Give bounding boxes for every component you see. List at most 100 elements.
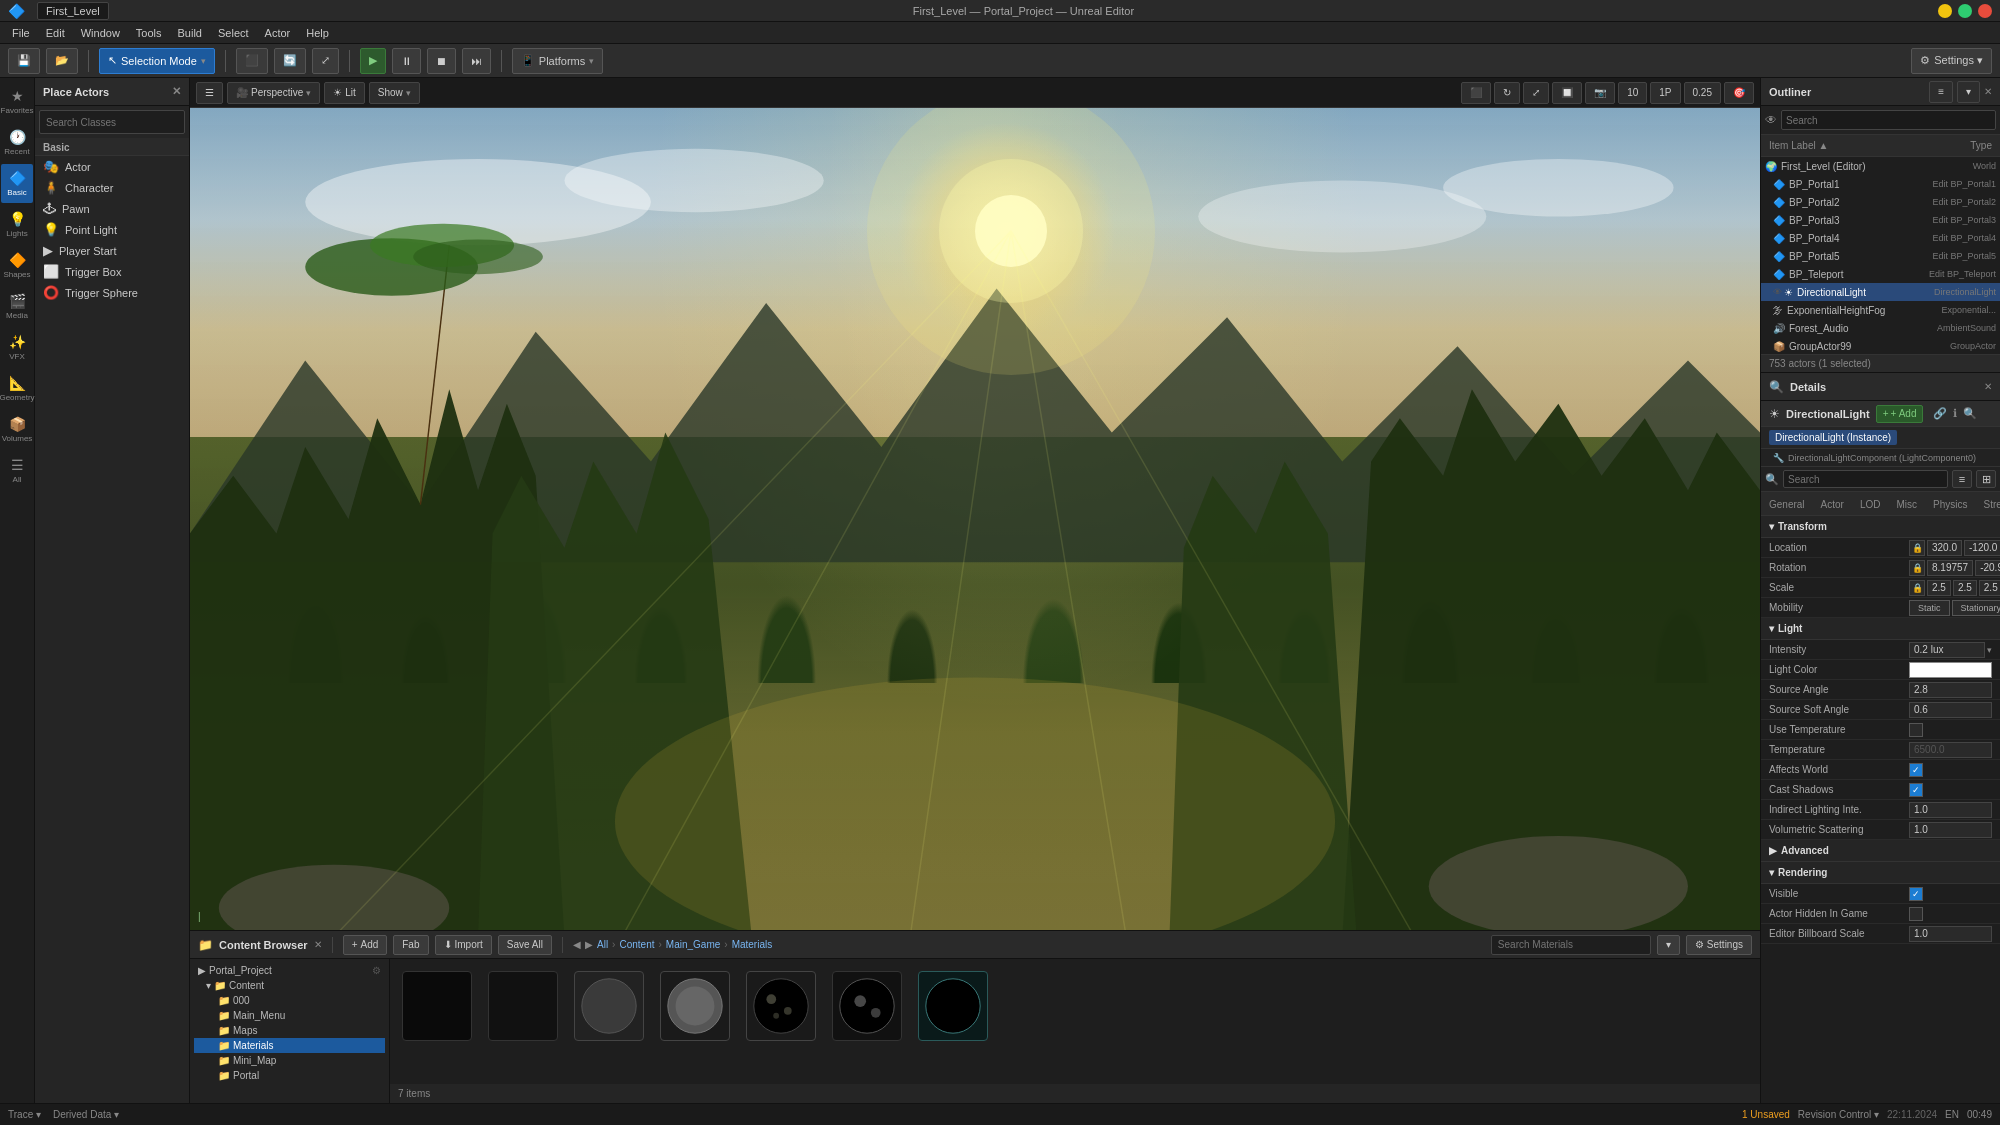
- menu-tools[interactable]: Tools: [130, 25, 168, 41]
- tab-label[interactable]: First_Level: [37, 2, 109, 20]
- nav-fwd-btn[interactable]: ▶: [585, 939, 593, 950]
- rendering-section-header[interactable]: ▾ Rendering: [1761, 862, 2000, 884]
- rotate-btn[interactable]: 🔄: [274, 48, 306, 74]
- outliner-view-btn[interactable]: ≡: [1929, 81, 1953, 103]
- tree-item-000[interactable]: 📁 000: [194, 993, 385, 1008]
- details-link-icon[interactable]: 🔗: [1933, 407, 1947, 420]
- asset-item-6[interactable]: [914, 967, 992, 1048]
- eject-btn[interactable]: ⏭: [462, 48, 491, 74]
- outliner-search-input[interactable]: [1781, 110, 1996, 130]
- vp-cam-speed-icon[interactable]: 🎯: [1724, 82, 1754, 104]
- actor-item-trigger-box[interactable]: ⬜ Trigger Box: [35, 261, 189, 282]
- location-y-field[interactable]: -120.0: [1964, 540, 2000, 556]
- details-search-input[interactable]: [1783, 470, 1948, 488]
- outliner-row-bp-portal2[interactable]: 🔷 BP_Portal2 Edit BP_Portal2: [1761, 193, 2000, 211]
- menu-build[interactable]: Build: [172, 25, 208, 41]
- cb-path-materials[interactable]: Materials: [732, 939, 773, 950]
- asset-item-3[interactable]: [656, 967, 734, 1048]
- eye-icon[interactable]: 👁: [1765, 113, 1777, 127]
- outliner-row-world[interactable]: 🌍 First_Level (Editor) World: [1761, 157, 2000, 175]
- visible-checkbox[interactable]: [1909, 887, 1923, 901]
- outliner-filter-btn[interactable]: ▾: [1957, 81, 1980, 103]
- icon-col-favorites[interactable]: ★ Favorites: [1, 82, 33, 121]
- vp-snap-icon[interactable]: 🔲: [1552, 82, 1582, 104]
- actor-item-trigger-sphere[interactable]: ⭕ Trigger Sphere: [35, 282, 189, 303]
- icon-col-lights[interactable]: 💡 Lights: [1, 205, 33, 244]
- location-x-field[interactable]: 320.0: [1927, 540, 1962, 556]
- component-selected-label[interactable]: DirectionalLight (Instance): [1769, 430, 1897, 445]
- unsaved-indicator[interactable]: 1 Unsaved: [1742, 1109, 1790, 1120]
- asset-item-4[interactable]: [742, 967, 820, 1048]
- vp-translate-icon[interactable]: ⬛: [1461, 82, 1491, 104]
- import-btn[interactable]: ⬇ Import: [435, 935, 492, 955]
- intensity-expand-icon[interactable]: ▾: [1987, 645, 1992, 655]
- menu-file[interactable]: File: [6, 25, 36, 41]
- asset-item-5[interactable]: [828, 967, 906, 1048]
- details-search-icon[interactable]: 🔍: [1963, 407, 1977, 420]
- outliner-row-directional-light[interactable]: 👁 ☀ DirectionalLight DirectionalLight: [1761, 283, 2000, 301]
- cb-path-main-game[interactable]: Main_Game: [666, 939, 720, 950]
- icon-col-all[interactable]: ☰ All: [1, 451, 33, 490]
- platforms-btn[interactable]: 📱 Platforms ▾: [512, 48, 603, 74]
- scale-lock-icon[interactable]: 🔒: [1909, 580, 1925, 596]
- pause-btn[interactable]: ⏸: [392, 48, 421, 74]
- vp-camera-icon[interactable]: 📷: [1585, 82, 1615, 104]
- col-label-header[interactable]: Item Label ▲: [1765, 140, 1896, 151]
- tree-item-portal-project[interactable]: ▶ Portal_Project ⚙: [194, 963, 385, 978]
- rotation-y-field[interactable]: -20.999: [1975, 560, 2000, 576]
- add-content-btn[interactable]: + Add: [343, 935, 388, 955]
- outliner-row-exp-height-fog[interactable]: 🌫 ExponentialHeightFog Exponential...: [1761, 301, 2000, 319]
- actor-item-point-light[interactable]: 💡 Point Light: [35, 219, 189, 240]
- scale-z-field[interactable]: 2.5: [1979, 580, 2000, 596]
- details-list-btn[interactable]: ⊞: [1976, 470, 1996, 488]
- temperature-field[interactable]: 6500.0: [1909, 742, 1992, 758]
- outliner-row-bp-teleport[interactable]: 🔷 BP_Teleport Edit BP_Teleport: [1761, 265, 2000, 283]
- content-browser-close-icon[interactable]: ✕: [314, 939, 322, 950]
- indirect-lighting-field[interactable]: 1.0: [1909, 802, 1992, 818]
- settings-btn[interactable]: ⚙ Settings ▾: [1911, 48, 1992, 74]
- menu-window[interactable]: Window: [75, 25, 126, 41]
- derived-data-btn[interactable]: Derived Data ▾: [53, 1109, 119, 1120]
- tree-item-content[interactable]: ▾ 📁 Content: [194, 978, 385, 993]
- fab-btn[interactable]: Fab: [393, 935, 428, 955]
- outliner-row-forest-audio[interactable]: 🔊 Forest_Audio AmbientSound: [1761, 319, 2000, 337]
- icon-col-basic[interactable]: 🔷 Basic: [1, 164, 33, 203]
- mobility-static-btn[interactable]: Static: [1909, 600, 1950, 616]
- location-lock-icon[interactable]: 🔒: [1909, 540, 1925, 556]
- details-view-btn[interactable]: ≡: [1952, 470, 1972, 488]
- save-all-btn[interactable]: Save All: [498, 935, 552, 955]
- actor-item-player-start[interactable]: ▶ Player Start: [35, 240, 189, 261]
- toolbar-open[interactable]: 📂: [46, 48, 78, 74]
- trace-btn[interactable]: Trace ▾: [8, 1109, 41, 1120]
- vp-rotate-icon[interactable]: ↻: [1494, 82, 1520, 104]
- transform-section-header[interactable]: ▾ Transform: [1761, 516, 2000, 538]
- tab-physics[interactable]: Physics: [1925, 495, 1975, 515]
- tab-lod[interactable]: LOD: [1852, 495, 1889, 515]
- advanced-section-header[interactable]: ▶ Advanced: [1761, 840, 2000, 862]
- details-close-icon[interactable]: ✕: [1984, 381, 1992, 392]
- menu-select[interactable]: Select: [212, 25, 255, 41]
- icon-col-volumes[interactable]: 📦 Volumes: [1, 410, 33, 449]
- tab-general[interactable]: General: [1761, 495, 1813, 515]
- col-type-header[interactable]: Type: [1896, 140, 1996, 151]
- volumetric-field[interactable]: 1.0: [1909, 822, 1992, 838]
- scale-y-field[interactable]: 2.5: [1953, 580, 1977, 596]
- revision-control-btn[interactable]: Revision Control ▾: [1798, 1109, 1879, 1120]
- scale-btn[interactable]: ⤢: [312, 48, 339, 74]
- vp-scale-snap-icon[interactable]: 0.25: [1684, 82, 1721, 104]
- icon-col-vfx[interactable]: ✨ VFX: [1, 328, 33, 367]
- icon-col-geometry[interactable]: 📐 Geometry: [1, 369, 33, 408]
- tab-streaming[interactable]: Streaming: [1976, 495, 2001, 515]
- dir-light-eye-icon[interactable]: 👁: [1773, 287, 1782, 297]
- outliner-row-bp-portal1[interactable]: 🔷 BP_Portal1 Edit BP_Portal1: [1761, 175, 2000, 193]
- outliner-row-bp-portal3[interactable]: 🔷 BP_Portal3 Edit BP_Portal3: [1761, 211, 2000, 229]
- actor-item-pawn[interactable]: 🕹 Pawn: [35, 198, 189, 219]
- use-temperature-checkbox[interactable]: [1909, 723, 1923, 737]
- menu-help[interactable]: Help: [300, 25, 335, 41]
- cb-filter-btn[interactable]: ▾: [1657, 935, 1680, 955]
- vp-grid-icon[interactable]: 10: [1618, 82, 1647, 104]
- viewport-options-btn[interactable]: ☰: [196, 82, 223, 104]
- outliner-close-icon[interactable]: ✕: [1984, 86, 1992, 97]
- cb-path-all[interactable]: All: [597, 939, 608, 950]
- maximize-button[interactable]: [1958, 4, 1972, 18]
